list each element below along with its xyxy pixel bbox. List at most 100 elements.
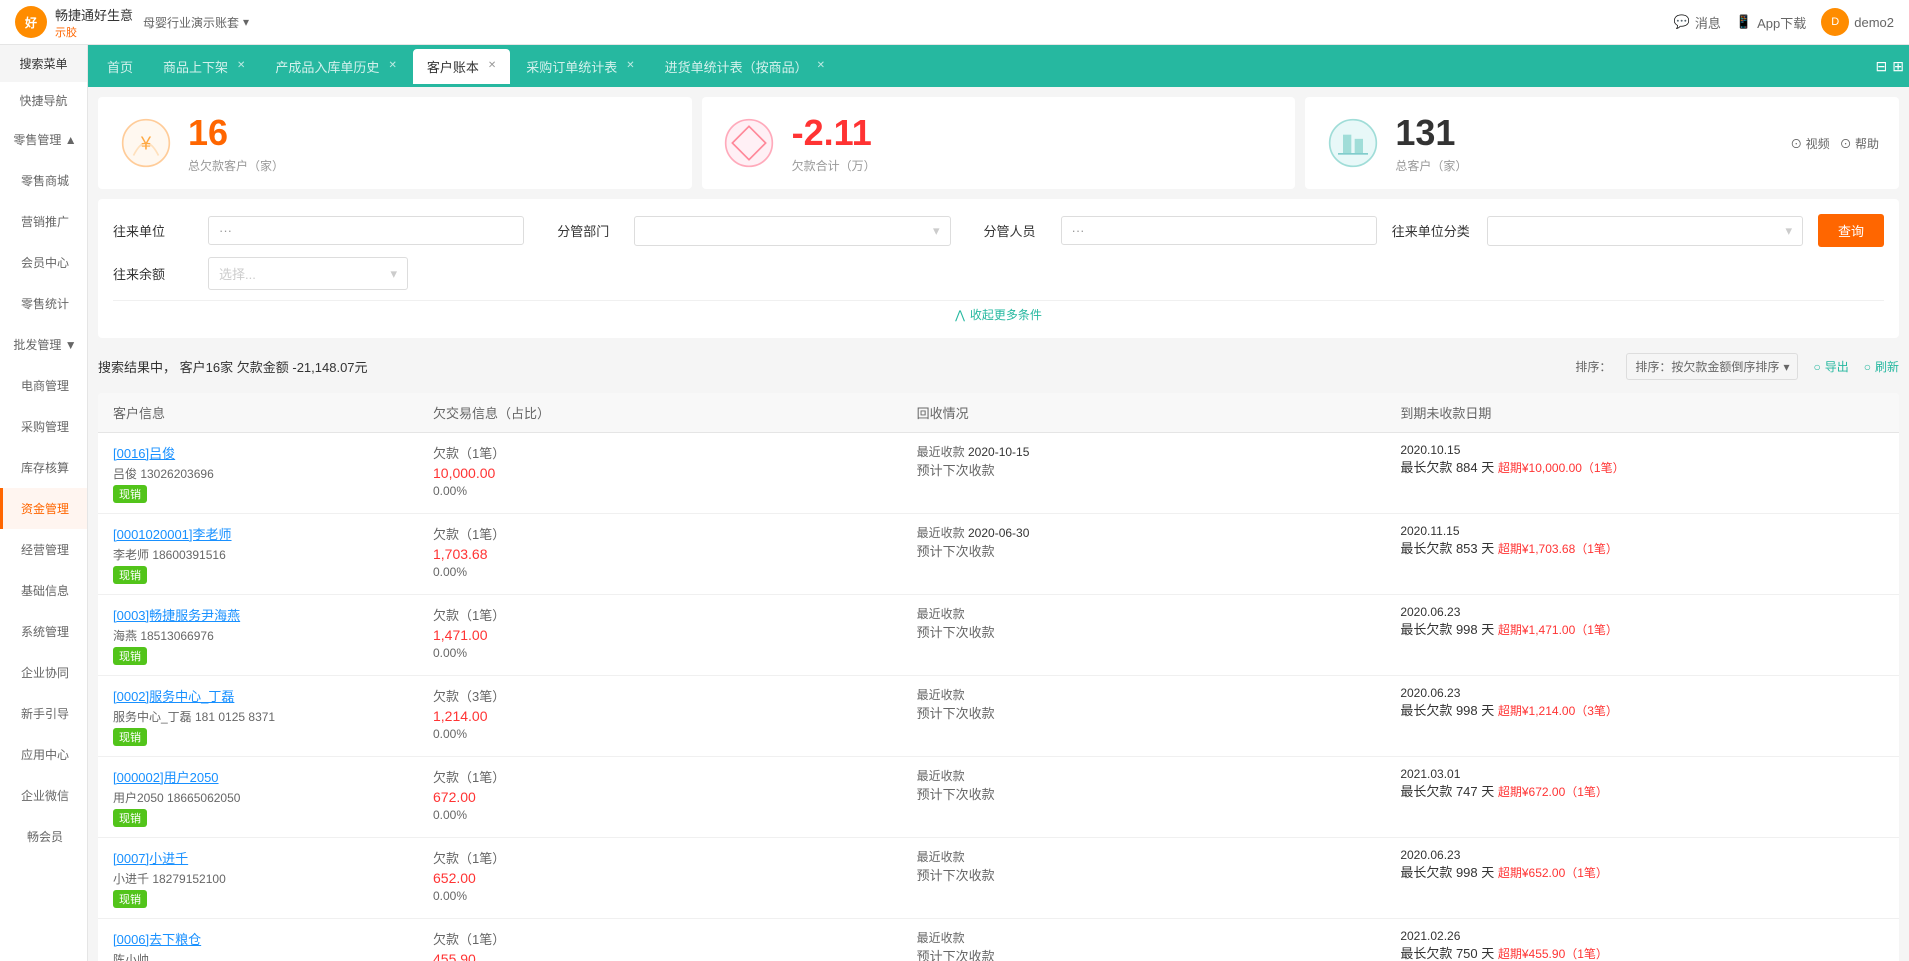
tab-product-listing[interactable]: 商品上下架 ✕ (149, 49, 259, 84)
tab-expand-icon[interactable]: ⊞ (1892, 58, 1904, 75)
collapse-icon: ⋀ (955, 308, 965, 322)
from-unit-input[interactable]: ··· (208, 216, 524, 245)
industry-select[interactable]: 母婴行业演示账套 ▾ (143, 14, 249, 31)
due-cell-2: 2020.06.23 最长欠款 998 天 超期¥1,471.00（1笔） (1400, 605, 1884, 638)
sidebar-item-member[interactable]: 会员中心 (0, 242, 87, 283)
from-balance-label: 往来余额 (113, 264, 193, 283)
sidebar-item-retail-mall[interactable]: 零售商城 (0, 160, 87, 201)
sidebar-item-operation[interactable]: 经营管理 (0, 529, 87, 570)
overdue-link-0[interactable]: 超期¥10,000.00（1笔） (1498, 461, 1625, 475)
customer-name-1[interactable]: [0001020001]李老师 (113, 527, 232, 542)
sidebar-item-system[interactable]: 系统管理 (0, 611, 87, 652)
sidebar-item-ecommerce[interactable]: 电商管理 (0, 365, 87, 406)
stat-card-total-debt: -2.11 欠款合计（万） (702, 97, 1296, 189)
from-unit-class-arrow: ▾ (1785, 223, 1792, 239)
customer-name-6[interactable]: [0006]去下粮仓 (113, 932, 201, 947)
overdue-link-5[interactable]: 超期¥652.00（1笔） (1498, 866, 1608, 880)
logo-text: 畅捷通好生意 (55, 5, 133, 24)
overdue-link-4[interactable]: 超期¥672.00（1笔） (1498, 785, 1608, 799)
customer-name-2[interactable]: [0003]畅捷服务尹海燕 (113, 608, 240, 623)
debt-cell-5: 欠款（1笔） 652.00 0.00% (433, 848, 917, 903)
sidebar-item-apps[interactable]: 应用中心 (0, 734, 87, 775)
tab-minimize-icon[interactable]: ⊟ (1876, 58, 1888, 75)
total-debt-number: -2.11 (792, 112, 1276, 154)
filter-row-2: 往来余额 选择... ▾ (113, 257, 1884, 290)
sidebar-item-wholesale[interactable]: 批发管理 ▼ (0, 324, 87, 365)
help-button[interactable]: ⊙ 帮助 (1840, 135, 1879, 152)
overdue-link-6[interactable]: 超期¥455.90（1笔） (1498, 947, 1608, 961)
due-cell-4: 2021.03.01 最长欠款 747 天 超期¥672.00（1笔） (1400, 767, 1884, 800)
customer-tag-4: 现销 (113, 809, 147, 827)
customer-cell-5: [0007]小进千 小进千 18279152100 现销 (113, 848, 433, 908)
customer-cell-3: [0002]服务中心_丁磊 服务中心_丁磊 181 0125 8371 现销 (113, 686, 433, 746)
tab-production-history[interactable]: 产成品入库单历史 ✕ (261, 49, 410, 84)
sidebar-item-inventory[interactable]: 库存核算 (0, 447, 87, 488)
sort-select[interactable]: 排序：按欠款金额倒序排序 ▾ (1626, 353, 1798, 380)
sidebar-item-member2[interactable]: 畅会员 (0, 816, 87, 857)
tab-close-customer-account[interactable]: ✕ (488, 61, 496, 71)
tab-close-production-history[interactable]: ✕ (388, 61, 396, 71)
overdue-link-1[interactable]: 超期¥1,703.68（1笔） (1498, 542, 1618, 556)
branch-dept-select[interactable]: ▾ (634, 216, 950, 246)
customer-phone-3: 服务中心_丁磊 181 0125 8371 (113, 708, 433, 725)
tab-customer-account[interactable]: 客户账本 ✕ (413, 49, 510, 84)
tab-close-product-listing[interactable]: ✕ (237, 61, 245, 71)
overdue-customers-number: 16 (188, 112, 672, 154)
collect-cell-3: 最近收款 预计下次收款 (917, 686, 1401, 722)
sidebar-item-wechat[interactable]: 企业微信 (0, 775, 87, 816)
from-unit-class-select[interactable]: ▾ (1487, 216, 1803, 246)
tab-close-purchase-product-stats[interactable]: ✕ (817, 61, 825, 71)
export-button[interactable]: ○ 导出 (1813, 358, 1848, 375)
overdue-customers-label: 总欠款客户（家） (188, 157, 672, 174)
total-customers-number: 131 (1395, 112, 1775, 154)
customer-tag-3: 现销 (113, 728, 147, 746)
customer-phone-4: 用户2050 18665062050 (113, 789, 433, 806)
table-row: [0006]去下粮仓 陈小帅 现销 欠款（1笔） 455.90 0.00% 最近… (98, 919, 1899, 961)
user-menu[interactable]: D demo2 (1821, 8, 1894, 36)
stat-info-total-customers: 131 总客户（家） (1395, 112, 1775, 174)
export-icon: ○ (1813, 360, 1820, 374)
sidebar-item-newbie[interactable]: 新手引导 (0, 693, 87, 734)
sidebar-item-finance[interactable]: 资金管理 (0, 488, 87, 529)
refresh-icon: ○ (1864, 360, 1871, 374)
tab-purchase-stats[interactable]: 采购订单统计表 ✕ (512, 49, 648, 84)
stat-card-overdue-customers: ¥ 16 总欠款客户（家） (98, 97, 692, 189)
sidebar-search[interactable]: 搜索菜单 (0, 45, 87, 82)
collect-cell-4: 最近收款 预计下次收款 (917, 767, 1401, 803)
customer-phone-5: 小进千 18279152100 (113, 870, 433, 887)
sidebar-item-retail-stats[interactable]: 零售统计 (0, 283, 87, 324)
sidebar-item-purchase[interactable]: 采购管理 (0, 406, 87, 447)
stat-info-overdue: 16 总欠款客户（家） (188, 112, 672, 174)
sidebar-item-enterprise[interactable]: 企业协同 (0, 652, 87, 693)
branch-person-input[interactable]: ··· (1061, 216, 1377, 245)
collapse-button[interactable]: ⋀ 收起更多条件 (113, 300, 1884, 323)
video-button[interactable]: ⊙ 视频 (1790, 135, 1829, 152)
sidebar-item-retail-management[interactable]: 零售管理 ▲ (0, 119, 87, 160)
tab-purchase-product-stats[interactable]: 进货单统计表（按商品） ✕ (651, 49, 839, 84)
message-button[interactable]: 💬 消息 (1674, 13, 1721, 32)
collect-cell-0: 最近收款 2020-10-15 预计下次收款 (917, 443, 1401, 479)
tab-home[interactable]: 首页 (93, 49, 147, 84)
tab-close-purchase-stats[interactable]: ✕ (626, 61, 634, 71)
quick-nav[interactable]: 快捷导航 (0, 82, 87, 119)
refresh-button[interactable]: ○ 刷新 (1864, 358, 1899, 375)
customer-name-0[interactable]: [0016]吕俊 (113, 446, 175, 461)
customer-cell-4: [000002]用户2050 用户2050 18665062050 现销 (113, 767, 433, 827)
customer-cell-6: [0006]去下粮仓 陈小帅 现销 (113, 929, 433, 961)
search-button[interactable]: 查询 (1818, 214, 1884, 247)
sidebar-item-basic[interactable]: 基础信息 (0, 570, 87, 611)
from-balance-select[interactable]: 选择... ▾ (208, 257, 408, 290)
overdue-link-3[interactable]: 超期¥1,214.00（3笔） (1498, 704, 1618, 718)
logo-icon: 好 (15, 6, 47, 38)
sidebar-item-marketing[interactable]: 营销推广 (0, 201, 87, 242)
overdue-link-2[interactable]: 超期¥1,471.00（1笔） (1498, 623, 1618, 637)
page-content: ¥ 16 总欠款客户（家） (88, 87, 1909, 961)
customer-name-5[interactable]: [0007]小进千 (113, 851, 188, 866)
debt-cell-4: 欠款（1笔） 672.00 0.00% (433, 767, 917, 822)
stat-info-total-debt: -2.11 欠款合计（万） (792, 112, 1276, 174)
sort-arrow-icon: ▾ (1783, 360, 1789, 374)
app-download-button[interactable]: 📱 App下载 (1736, 13, 1806, 32)
collect-cell-5: 最近收款 预计下次收款 (917, 848, 1401, 884)
customer-name-3[interactable]: [0002]服务中心_丁磊 (113, 689, 234, 704)
customer-name-4[interactable]: [000002]用户2050 (113, 770, 219, 785)
